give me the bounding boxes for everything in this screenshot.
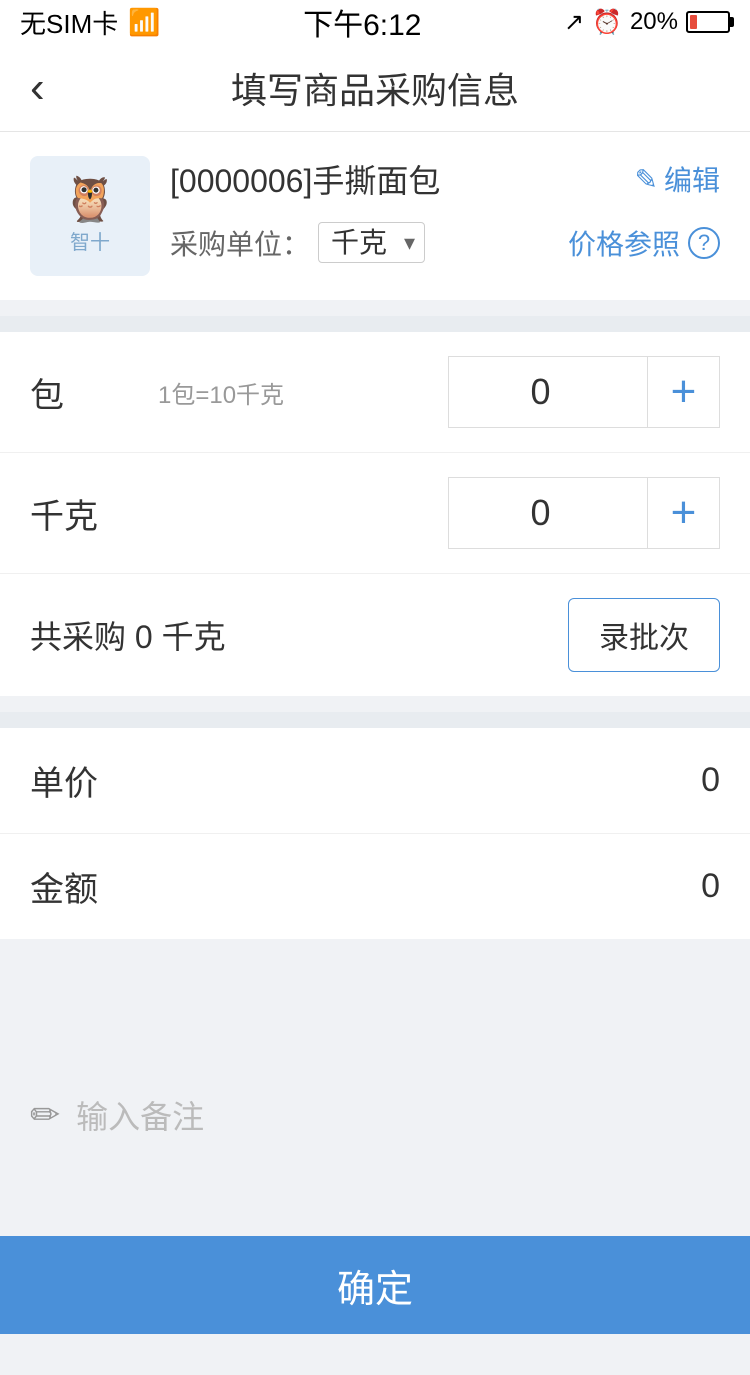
nav-bar: ‹ 填写商品采购信息 (0, 44, 750, 132)
amount-label: 金额 (30, 862, 98, 911)
edit-button[interactable]: ✎ 编辑 (635, 159, 720, 199)
product-thumb-icon: 🦉 (63, 178, 118, 222)
wifi-icon: 📶 (128, 7, 160, 38)
price-ref-button[interactable]: 价格参照 ? (568, 223, 720, 263)
bag-input-wrapper: + (448, 356, 720, 428)
bag-input[interactable] (448, 356, 648, 428)
edit-icon: ✎ (635, 163, 658, 196)
divider-2 (0, 712, 750, 728)
product-name-row: [0000006]手撕面包 ✎ 编辑 (170, 156, 720, 202)
bag-input-row: 包 1包=10千克 + (0, 332, 750, 453)
record-batch-button[interactable]: 录批次 (568, 598, 720, 672)
unit-select[interactable]: 千克 (318, 222, 425, 263)
confirm-button[interactable]: 确定 (0, 1236, 750, 1334)
battery-fill (690, 15, 697, 29)
divider-1 (0, 316, 750, 332)
battery-percentage: 20% (630, 8, 678, 36)
status-bar: 无SIM卡 📶 下午6:12 ↗ ⏰ 20% (0, 0, 750, 44)
notes-placeholder: 输入备注 (76, 1092, 204, 1138)
pencil-icon: ✏ (30, 1094, 60, 1136)
product-name: [0000006]手撕面包 (170, 156, 440, 202)
price-ref-label: 价格参照 (568, 223, 680, 263)
carrier-text: 无SIM卡 (20, 4, 118, 41)
notes-section[interactable]: ✏ 输入备注 (0, 955, 750, 1275)
location-icon: ↗ (564, 8, 584, 37)
alarm-icon: ⏰ (592, 8, 622, 37)
amount-row: 金额 0 (0, 834, 750, 939)
unit-price-row: 单价 0 (0, 728, 750, 834)
kg-input-wrapper: + (448, 477, 720, 549)
unit-price-label: 单价 (30, 756, 98, 805)
product-card: 🦉 智十 [0000006]手撕面包 ✎ 编辑 采购单位： 千克 (0, 132, 750, 300)
product-thumbnail: 🦉 智十 (30, 156, 150, 276)
bag-sublabel: 1包=10千克 (158, 375, 284, 410)
bag-label: 包 (30, 368, 150, 417)
status-left: 无SIM卡 📶 (20, 4, 161, 41)
bag-plus-button[interactable]: + (648, 356, 720, 428)
back-button[interactable]: ‹ (30, 66, 45, 110)
input-section: 包 1包=10千克 + 千克 + (0, 332, 750, 574)
edit-label: 编辑 (664, 159, 720, 199)
product-unit-row: 采购单位： 千克 价格参照 ? (170, 222, 720, 263)
kg-input-row: 千克 + (0, 453, 750, 574)
product-info: [0000006]手撕面包 ✎ 编辑 采购单位： 千克 价格参照 ? (170, 156, 720, 263)
unit-price-value: 0 (701, 761, 720, 800)
summary-text: 共采购 0 千克 (30, 612, 226, 658)
page-title: 填写商品采购信息 (231, 62, 519, 114)
kg-input[interactable] (448, 477, 648, 549)
summary-section: 共采购 0 千克 录批次 (0, 574, 750, 696)
info-section: 单价 0 金额 0 (0, 728, 750, 939)
unit-label: 采购单位： (170, 223, 310, 263)
status-right: ↗ ⏰ 20% (564, 8, 730, 37)
kg-label: 千克 (30, 489, 150, 538)
help-icon: ? (688, 227, 720, 259)
unit-select-wrapper[interactable]: 千克 (318, 222, 425, 263)
battery-icon (686, 11, 730, 33)
kg-plus-button[interactable]: + (648, 477, 720, 549)
product-thumb-label: 智十 (70, 226, 110, 255)
amount-value: 0 (701, 867, 720, 906)
status-time: 下午6:12 (303, 0, 421, 44)
